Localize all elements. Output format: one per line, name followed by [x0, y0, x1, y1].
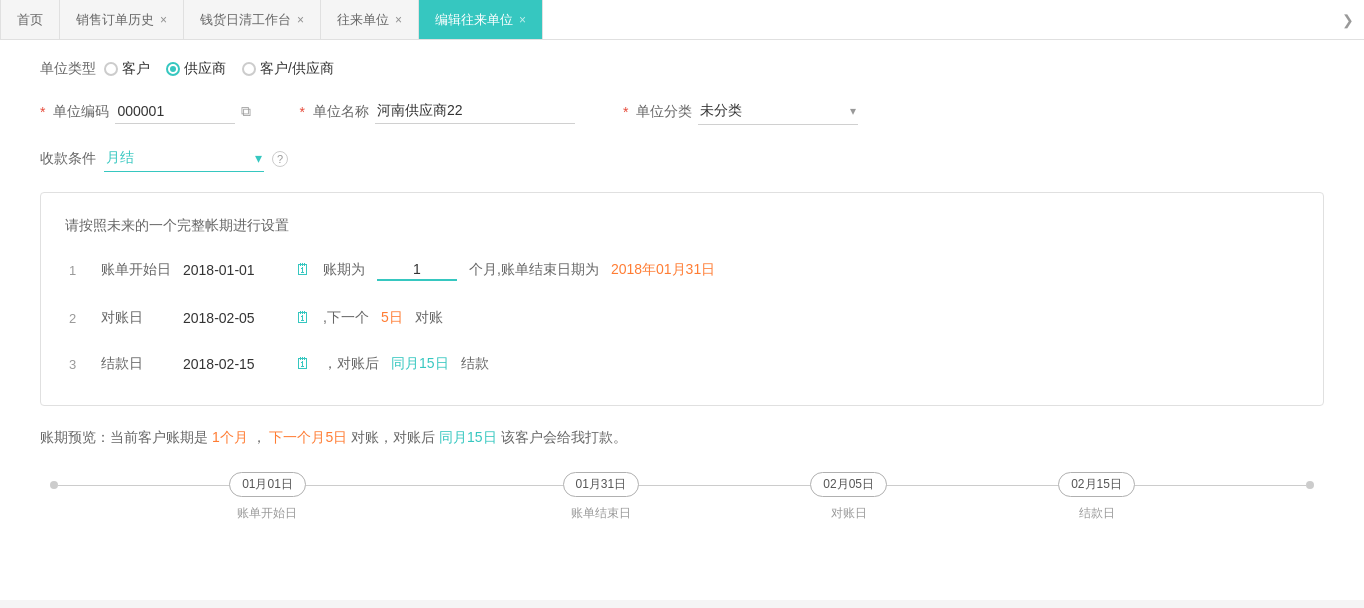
chevron-right-icon: ❯ [1342, 12, 1354, 28]
close-tab-cashier[interactable]: × [297, 13, 304, 27]
timeline-line-3 [639, 485, 810, 486]
tab-bar: 首页 销售订单历史 × 钱货日清工作台 × 往来单位 × 编辑往来单位 × ❯ [0, 0, 1364, 40]
unit-type-label: 单位类型 [40, 60, 96, 78]
timeline-node-3: 02月05日 对账日 [810, 472, 887, 522]
timeline-label-1: 账单开始日 [237, 505, 297, 522]
radio-circle-both [242, 62, 256, 76]
timeline-line-1 [58, 485, 229, 486]
radio-supplier[interactable]: 供应商 [166, 60, 226, 78]
calendar-icon-2[interactable]: 🗓 [295, 309, 311, 327]
tab-sales-history[interactable]: 销售订单历史 × [60, 0, 184, 39]
unit-category-label: 单位分类 [636, 103, 692, 121]
timeline-badge-3: 02月05日 [810, 472, 887, 497]
period-row2-prefix: ,下一个 [323, 309, 369, 327]
tab-edit-partner[interactable]: 编辑往来单位 × [419, 0, 543, 39]
period-label-2: 对账日 [101, 309, 171, 327]
tab-home[interactable]: 首页 [0, 0, 60, 39]
period-label-1: 账单开始日 [101, 261, 171, 279]
period-row-2: 2 对账日 2018-02-05 🗓 ,下一个 5日 对账 [65, 309, 1299, 327]
help-icon[interactable]: ? [272, 151, 288, 167]
timeline-end-dot [1306, 481, 1314, 489]
unit-name-group: * 单位名称 [299, 99, 574, 124]
preview-part1: 1个月 [212, 429, 248, 445]
payment-select[interactable]: 月结 ▾ [104, 145, 264, 172]
close-tab-sales-history[interactable]: × [160, 13, 167, 27]
period-desc-suffix-1: 个月,账单结束日期为 [469, 261, 599, 279]
required-star-code: * [40, 104, 45, 120]
period-num-3: 3 [69, 357, 89, 372]
period-label-3: 结款日 [101, 355, 171, 373]
close-tab-partners[interactable]: × [395, 13, 402, 27]
unit-type-radio-group: 客户 供应商 客户/供应商 [104, 60, 334, 78]
tab-more-button[interactable]: ❯ [1332, 0, 1364, 39]
preview-part3: 同月15日 [439, 429, 497, 445]
timeline-line-5 [1135, 485, 1306, 486]
chevron-down-icon: ▾ [850, 104, 856, 118]
preview-text: 账期预览：当前客户账期是 1个月 ， 下一个月5日 对账，对账后 同月15日 该… [40, 426, 1324, 448]
main-content: 单位类型 客户 供应商 客户/供应商 * 单位编码 ⧉ * 单位名称 [0, 40, 1364, 600]
unit-category-value: 未分类 [700, 102, 742, 120]
unit-fields-row: * 单位编码 ⧉ * 单位名称 * 单位分类 未分类 ▾ [40, 98, 1324, 125]
radio-circle-supplier [166, 62, 180, 76]
timeline-label-2: 账单结束日 [571, 505, 631, 522]
period-date-1: 2018-01-01 [183, 262, 283, 278]
period-end-date-highlight: 2018年01月31日 [611, 261, 715, 279]
period-row3-suffix: 结款 [461, 355, 489, 373]
timeline-line-4 [887, 485, 1058, 486]
timeline-badge-1: 01月01日 [229, 472, 306, 497]
tab-cashier[interactable]: 钱货日清工作台 × [184, 0, 321, 39]
timeline-node-1: 01月01日 账单开始日 [229, 472, 306, 522]
period-date-2: 2018-02-05 [183, 310, 283, 326]
period-num-1: 1 [69, 263, 89, 278]
period-months-input[interactable] [377, 259, 457, 281]
timeline-label-3: 对账日 [831, 505, 867, 522]
radio-circle-customer [104, 62, 118, 76]
unit-code-input[interactable] [115, 99, 235, 124]
payment-value: 月结 [106, 149, 134, 167]
unit-code-label: 单位编码 [53, 103, 109, 121]
period-row3-highlight: 同月15日 [391, 355, 449, 373]
period-row-1: 1 账单开始日 2018-01-01 🗓 账期为 个月,账单结束日期为 2018… [65, 259, 1299, 281]
copy-icon[interactable]: ⧉ [241, 103, 251, 120]
period-row2-highlight: 5日 [381, 309, 403, 327]
timeline-node-4: 02月15日 结款日 [1058, 472, 1135, 522]
period-row-3: 3 结款日 2018-02-15 🗓 ，对账后 同月15日 结款 [65, 355, 1299, 373]
payment-row: 收款条件 月结 ▾ ? [40, 145, 1324, 172]
timeline-node-2: 01月31日 账单结束日 [563, 472, 640, 522]
info-box: 请按照未来的一个完整帐期进行设置 1 账单开始日 2018-01-01 🗓 账期… [40, 192, 1324, 406]
unit-category-select[interactable]: 未分类 ▾ [698, 98, 858, 125]
timeline-badge-2: 01月31日 [563, 472, 640, 497]
timeline-container: 01月01日 账单开始日 01月31日 账单结束日 02月05日 对账日 02月… [40, 472, 1324, 522]
unit-name-input[interactable] [375, 99, 575, 124]
period-date-3: 2018-02-15 [183, 356, 283, 372]
radio-customer[interactable]: 客户 [104, 60, 150, 78]
preview-sep3: 该客户会给我打款。 [501, 429, 627, 445]
preview-sep1: ， [252, 429, 266, 445]
period-row2-suffix: 对账 [415, 309, 443, 327]
timeline-start-dot [50, 481, 58, 489]
period-row3-prefix: ，对账后 [323, 355, 379, 373]
unit-name-label: 单位名称 [313, 103, 369, 121]
required-star-category: * [623, 104, 628, 120]
payment-chevron-icon: ▾ [255, 150, 262, 166]
unit-category-group: * 单位分类 未分类 ▾ [623, 98, 858, 125]
preview-sep2: 对账，对账后 [351, 429, 435, 445]
timeline-label-4: 结款日 [1079, 505, 1115, 522]
unit-type-row: 单位类型 客户 供应商 客户/供应商 [40, 60, 1324, 78]
required-star-name: * [299, 104, 304, 120]
radio-both[interactable]: 客户/供应商 [242, 60, 334, 78]
unit-code-group: * 单位编码 ⧉ [40, 99, 251, 124]
payment-label: 收款条件 [40, 150, 96, 168]
period-num-2: 2 [69, 311, 89, 326]
calendar-icon-1[interactable]: 🗓 [295, 261, 311, 279]
tab-partners[interactable]: 往来单位 × [321, 0, 419, 39]
close-tab-edit-partner[interactable]: × [519, 13, 526, 27]
calendar-icon-3[interactable]: 🗓 [295, 355, 311, 373]
preview-label: 账期预览：当前客户账期是 [40, 429, 208, 445]
info-hint: 请按照未来的一个完整帐期进行设置 [65, 217, 1299, 235]
period-desc-prefix-1: 账期为 [323, 261, 365, 279]
preview-part2: 下一个月5日 [269, 429, 347, 445]
timeline-line-2 [306, 485, 563, 486]
timeline-badge-4: 02月15日 [1058, 472, 1135, 497]
